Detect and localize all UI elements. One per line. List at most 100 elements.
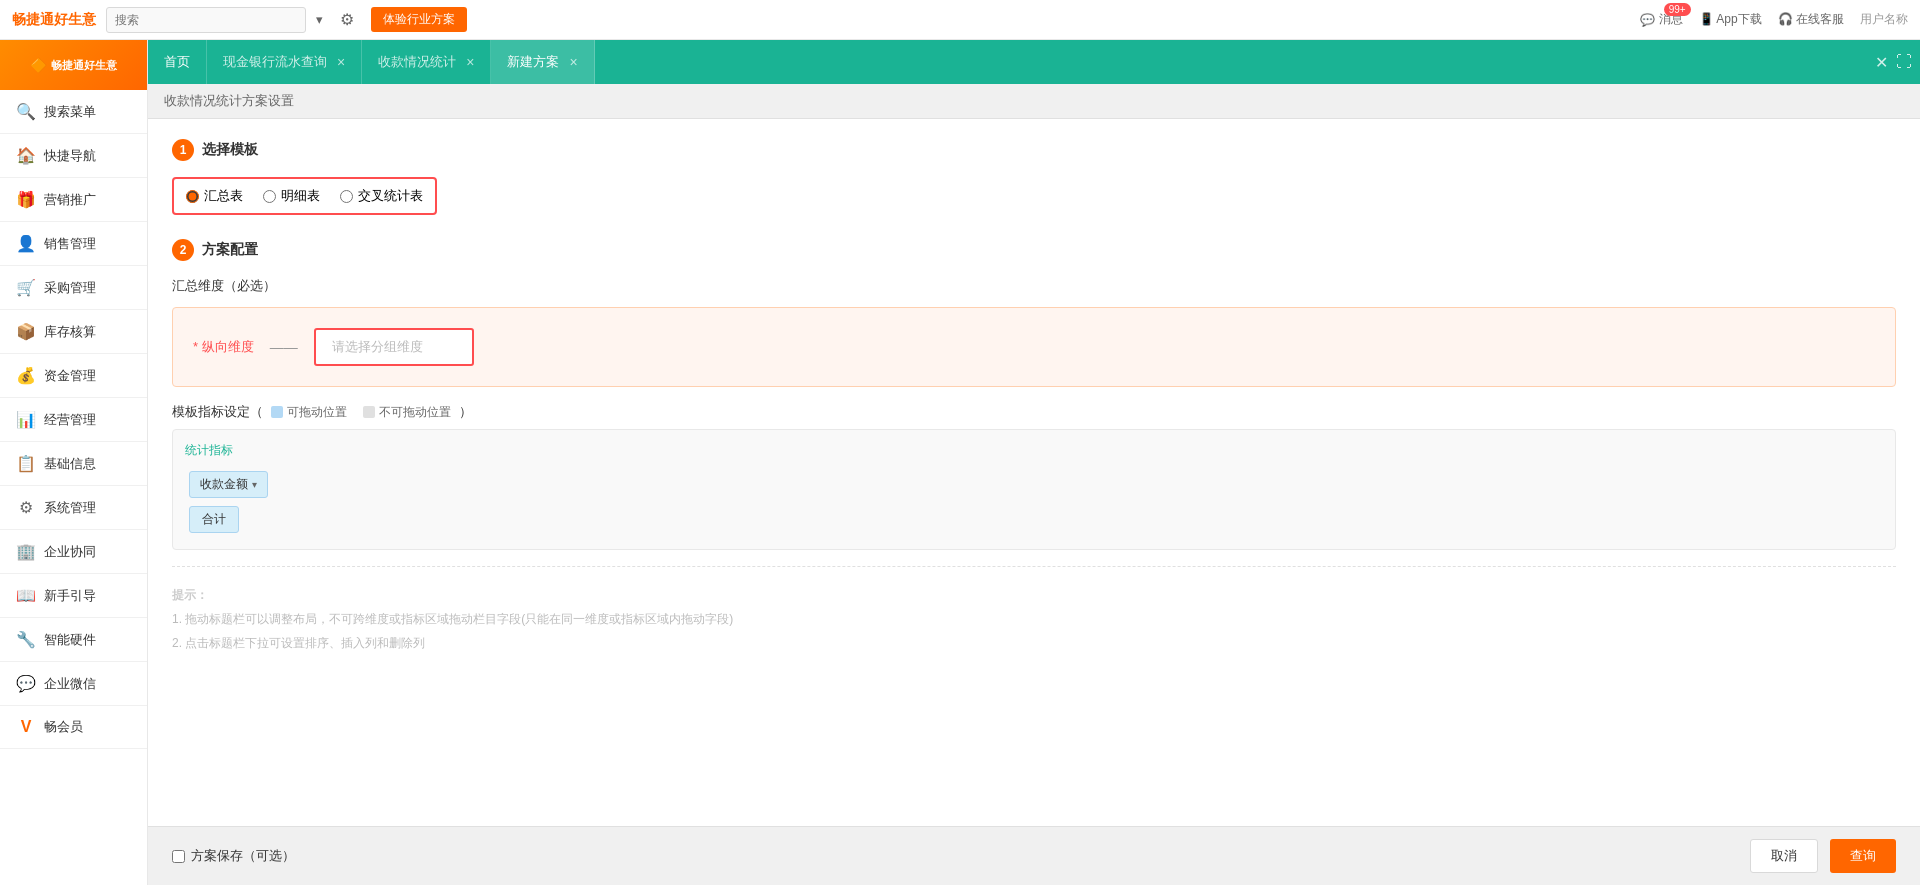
sidebar-brand: 🔶 畅捷通好生意 [0, 40, 147, 90]
sidebar-label-member: 畅会员 [44, 718, 83, 736]
notifications-count: 99+ [1664, 3, 1691, 16]
indicator-tag-amount[interactable]: 收款金额 ▾ [189, 471, 268, 498]
cancel-button[interactable]: 取消 [1750, 839, 1818, 873]
tab-bank-flow-close[interactable]: × [337, 54, 345, 70]
trial-button[interactable]: 体验行业方案 [371, 7, 467, 32]
template-radio-group: 汇总表 明细表 交叉统计表 [172, 177, 437, 215]
tab-new-plan-close[interactable]: × [569, 54, 577, 70]
step2-number: 2 [172, 239, 194, 261]
sidebar-item-system[interactable]: ⚙ 系统管理 [0, 486, 147, 530]
dimension-title: 汇总维度（必选） [172, 277, 1896, 295]
save-plan-checkbox[interactable]: 方案保存（可选） [172, 847, 295, 865]
radio-summary-input[interactable] [186, 190, 199, 203]
indicators-header: 模板指标设定（ 可拖动位置 不可拖动位置 [172, 403, 1896, 421]
legend-fixed: 不可拖动位置 [363, 404, 451, 421]
dropdown-icon[interactable]: ▾ [316, 12, 323, 27]
step1-number: 1 [172, 139, 194, 161]
search-menu-icon: 🔍 [16, 102, 36, 121]
indicator-subtag-total[interactable]: 合计 [189, 506, 239, 533]
sidebar-item-sales[interactable]: 👤 销售管理 [0, 222, 147, 266]
tab-collection-stats[interactable]: 收款情况统计 × [362, 40, 491, 84]
sidebar-item-purchase[interactable]: 🛒 采购管理 [0, 266, 147, 310]
tab-expand-icon[interactable]: ⛶ [1896, 53, 1912, 71]
basic-info-icon: 📋 [16, 454, 36, 473]
tip2: 2. 点击标题栏下拉可设置排序、插入列和删除列 [172, 631, 1896, 655]
indicator-tag-label: 收款金额 [200, 476, 248, 493]
sidebar-label-marketing: 营销推广 [44, 191, 96, 209]
save-plan-checkbox-input[interactable] [172, 850, 185, 863]
inventory-icon: 📦 [16, 322, 36, 341]
tab-home[interactable]: 首页 [148, 40, 207, 84]
save-plan-label: 方案保存（可选） [191, 847, 295, 865]
sidebar-label-business: 经营管理 [44, 411, 96, 429]
notifications-badge[interactable]: 💬 消息 99+ [1640, 11, 1683, 28]
brand-logo: 🔶 [30, 57, 47, 73]
sidebar-item-business[interactable]: 📊 经营管理 [0, 398, 147, 442]
sidebar-label-smart-hw: 智能硬件 [44, 631, 96, 649]
sales-icon: 👤 [16, 234, 36, 253]
step2-title: 方案配置 [202, 241, 258, 259]
sidebar-item-inventory[interactable]: 📦 库存核算 [0, 310, 147, 354]
legend-dot-draggable [271, 406, 283, 418]
guide-icon: 📖 [16, 586, 36, 605]
purchase-icon: 🛒 [16, 278, 36, 297]
user-name: 用户名称 [1860, 11, 1908, 28]
app-brand: 畅捷通好生意 [12, 11, 96, 29]
query-button[interactable]: 查询 [1830, 839, 1896, 873]
section-divider [172, 566, 1896, 567]
step2-header: 2 方案配置 [172, 239, 1896, 261]
search-input[interactable] [106, 7, 306, 33]
sidebar-label-purchase: 采购管理 [44, 279, 96, 297]
sidebar-item-search-menu[interactable]: 🔍 搜索菜单 [0, 90, 147, 134]
radio-cross-input[interactable] [340, 190, 353, 203]
tab-new-plan[interactable]: 新建方案 × [491, 40, 594, 84]
gear-icon[interactable]: ⚙ [333, 6, 361, 34]
sidebar-item-quick-nav[interactable]: 🏠 快捷导航 [0, 134, 147, 178]
enterprise-wechat-icon: 💬 [16, 674, 36, 693]
tab-close-all-icon[interactable]: ✕ [1875, 53, 1888, 72]
radio-detail-input[interactable] [263, 190, 276, 203]
sidebar-item-enterprise-collab[interactable]: 🏢 企业协同 [0, 530, 147, 574]
top-bar: 畅捷通好生意 ▾ ⚙ 体验行业方案 💬 消息 99+ 📱 App下载 🎧 在线客… [0, 0, 1920, 40]
step2-section: 2 方案配置 汇总维度（必选） * 纵向维度 —— 请选择分组维度 [172, 239, 1896, 655]
tab-collection-stats-close[interactable]: × [466, 54, 474, 70]
radio-detail[interactable]: 明细表 [263, 187, 320, 205]
sidebar-label-finance: 资金管理 [44, 367, 96, 385]
page-header: 收款情况统计方案设置 [148, 84, 1920, 119]
service-link[interactable]: 🎧 在线客服 [1778, 11, 1844, 28]
sidebar-item-guide[interactable]: 📖 新手引导 [0, 574, 147, 618]
radio-cross[interactable]: 交叉统计表 [340, 187, 423, 205]
system-icon: ⚙ [16, 498, 36, 517]
sidebar-label-enterprise-wechat: 企业微信 [44, 675, 96, 693]
member-icon: V [16, 718, 36, 736]
tips-title: 提示： [172, 588, 208, 602]
tab-bank-flow-label: 现金银行流水查询 [223, 53, 327, 71]
marketing-icon: 🎁 [16, 190, 36, 209]
sidebar-item-marketing[interactable]: 🎁 营销推广 [0, 178, 147, 222]
top-bar-right: 💬 消息 99+ 📱 App下载 🎧 在线客服 用户名称 [1640, 11, 1908, 28]
dimension-row: * 纵向维度 —— 请选择分组维度 [193, 328, 1875, 366]
indicator-table-area: 统计指标 收款金额 ▾ 合计 [172, 429, 1896, 550]
legend-fixed-label: 不可拖动位置 [379, 404, 451, 421]
tab-bar: 首页 现金银行流水查询 × 收款情况统计 × 新建方案 × ✕ ⛶ [148, 40, 1920, 84]
indicator-subtags: 合计 [185, 502, 1883, 537]
content-area: 首页 现金银行流水查询 × 收款情况统计 × 新建方案 × ✕ ⛶ [148, 40, 1920, 885]
dimension-select[interactable]: 请选择分组维度 [314, 328, 474, 366]
sidebar-item-basic-info[interactable]: 📋 基础信息 [0, 442, 147, 486]
indicators-title-suffix: ） [459, 403, 472, 421]
dimension-config: 汇总维度（必选） * 纵向维度 —— 请选择分组维度 [172, 277, 1896, 387]
radio-summary[interactable]: 汇总表 [186, 187, 243, 205]
sidebar-label-quick-nav: 快捷导航 [44, 147, 96, 165]
sidebar: 🔶 畅捷通好生意 🔍 搜索菜单 🏠 快捷导航 🎁 营销推广 👤 销售管理 🛒 采… [0, 40, 148, 885]
sidebar-label-sales: 销售管理 [44, 235, 96, 253]
sidebar-label-enterprise-collab: 企业协同 [44, 543, 96, 561]
download-link[interactable]: 📱 App下载 [1699, 11, 1762, 28]
sidebar-item-finance[interactable]: 💰 资金管理 [0, 354, 147, 398]
indicators-title-prefix: 模板指标设定（ [172, 403, 263, 421]
sidebar-item-member[interactable]: V 畅会员 [0, 706, 147, 749]
radio-summary-label: 汇总表 [204, 187, 243, 205]
sidebar-item-enterprise-wechat[interactable]: 💬 企业微信 [0, 662, 147, 706]
tab-bank-flow[interactable]: 现金银行流水查询 × [207, 40, 362, 84]
sidebar-item-smart-hw[interactable]: 🔧 智能硬件 [0, 618, 147, 662]
step1-title: 选择模板 [202, 141, 258, 159]
